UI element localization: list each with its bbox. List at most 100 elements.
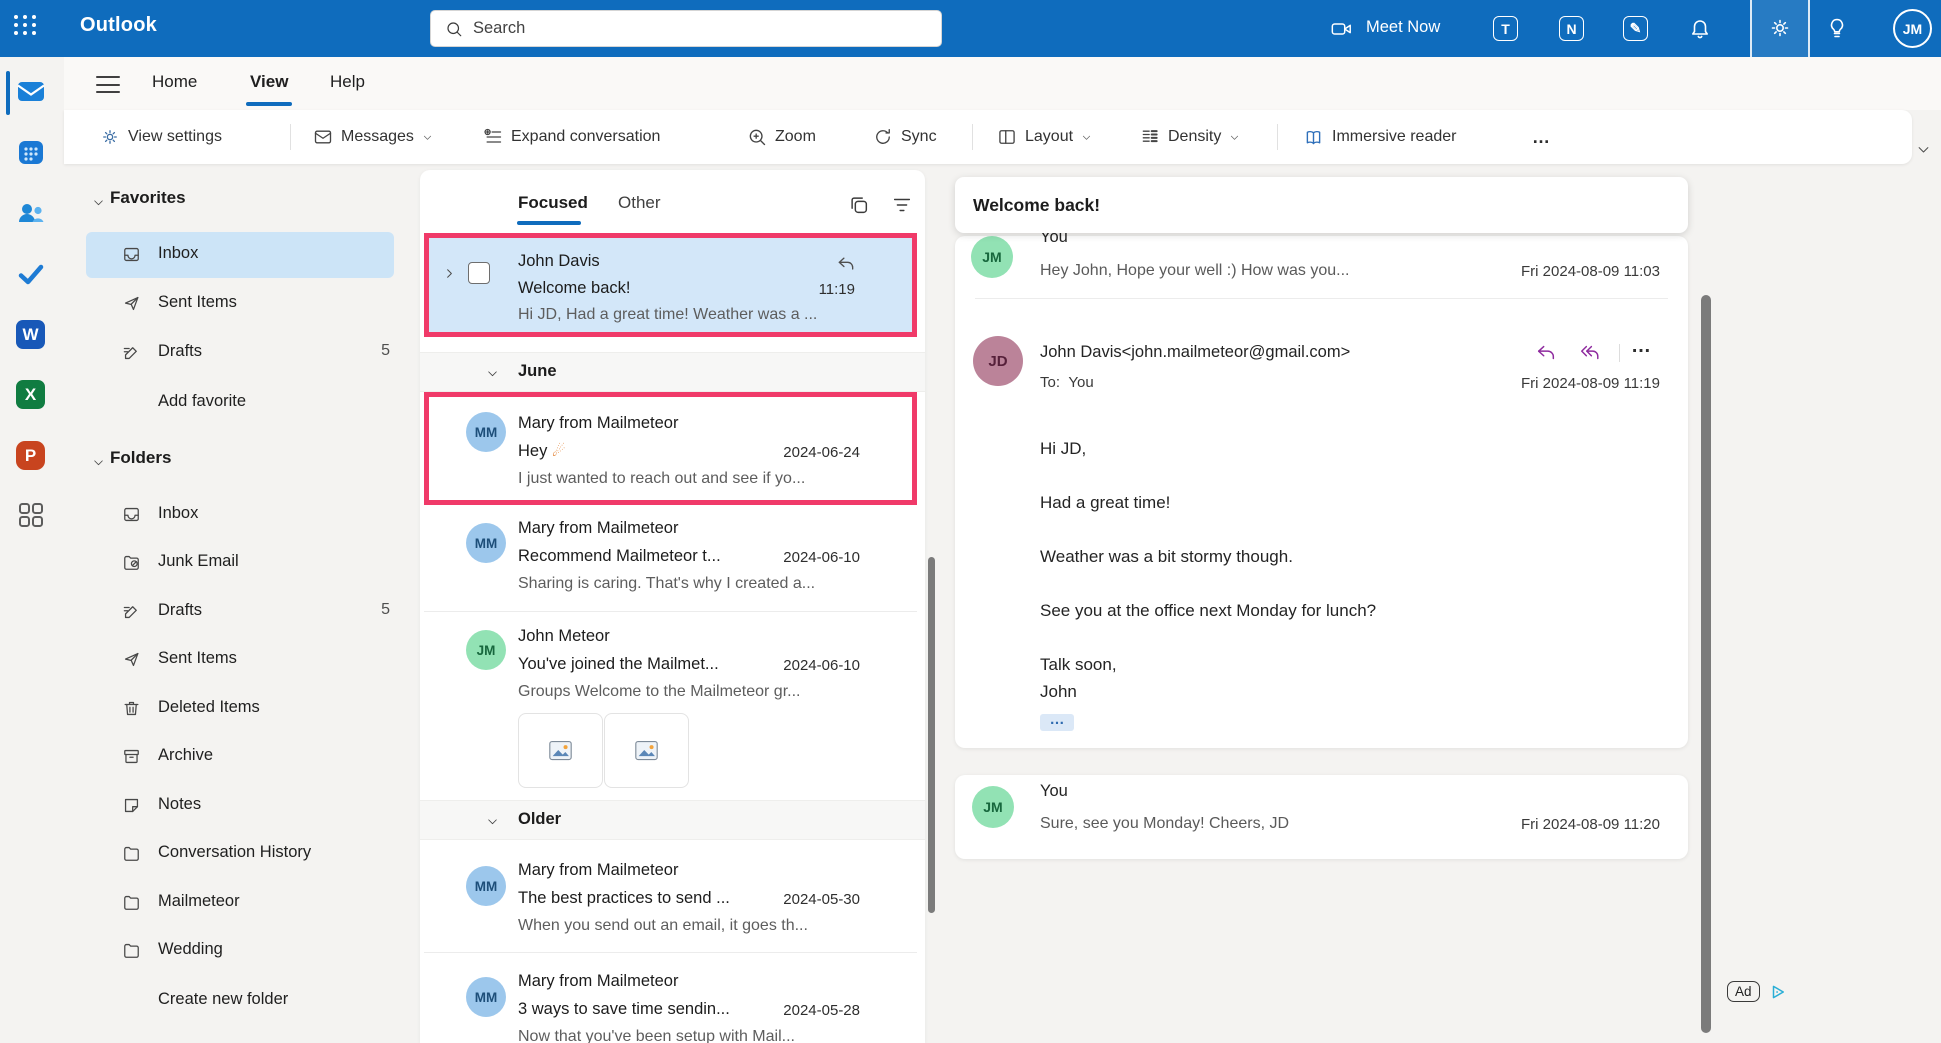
reply-icon[interactable] [1535,342,1557,364]
sidebar-item-mailmeteor[interactable]: Mailmeteor [64,880,420,926]
expand-conversation-icon [484,128,502,143]
settings-gear-icon[interactable] [1768,16,1792,40]
email-sender: Mary from Mailmeteor [518,519,679,537]
meet-now-camera-icon[interactable] [1328,18,1355,40]
search-input[interactable]: Search [430,10,942,47]
tab-view-active-underline [246,102,292,106]
collapsed-message-bottom[interactable]: JM You Sure, see you Monday! Cheers, JD … [955,775,1688,859]
to-recipient: You [1068,374,1094,391]
email-checkbox[interactable] [468,262,490,284]
adchoices-icon[interactable] [1769,983,1787,1001]
account-avatar[interactable]: JM [1893,9,1932,48]
notifications-bell-icon[interactable] [1688,16,1712,40]
tab-help[interactable]: Help [330,72,365,92]
folders-section-header[interactable]: Folders [110,448,171,468]
app-launcher-icon[interactable] [14,15,37,35]
onenote-icon[interactable]: N [1559,16,1584,41]
message-list: Focused Other John Davis Welcome back! 1… [420,170,925,1043]
section-chevron-icon [488,371,497,377]
calendar-app-icon[interactable] [16,137,46,167]
sidebar-item-junk-email[interactable]: Junk Email [64,540,420,586]
app-title: Outlook [80,14,157,36]
tab-focused[interactable]: Focused [518,193,588,213]
email-subject: Hey ☄ [518,442,566,460]
show-quoted-text-button[interactable]: … [1040,712,1074,731]
sidebar-item-inbox-favorite[interactable]: Inbox [64,232,420,278]
favorites-section-header[interactable]: Favorites [110,188,186,208]
section-label: June [518,362,557,380]
replied-arrow-icon [838,257,854,270]
to-label: To: [1040,374,1061,391]
unread-count-badge: 5 [381,342,390,359]
email-time: 11:19 [818,281,855,298]
immersive-reader-button[interactable]: Immersive reader [1303,123,1456,151]
mail-app-icon[interactable] [16,76,46,106]
people-app-icon[interactable] [16,198,46,228]
sync-label: Sync [901,128,937,145]
favorites-chevron-icon[interactable] [92,196,105,209]
more-apps-grid-icon[interactable] [16,500,46,530]
add-favorite-button[interactable]: Add favorite [64,380,420,426]
sidebar-item-drafts-favorite[interactable]: Drafts 5 [64,330,420,376]
density-icon [1142,130,1158,143]
meet-now-button[interactable]: Meet Now [1366,18,1440,37]
todo-app-icon[interactable] [16,259,46,289]
sidebar-item-notes[interactable]: Notes [64,783,420,829]
sidebar-item-drafts[interactable]: Drafts 5 [64,589,420,635]
reading-pane-scrollbar[interactable] [1701,295,1711,1033]
powerpoint-app-icon[interactable]: P [16,441,45,470]
sidebar-item-conversation-history[interactable]: Conversation History [64,831,420,877]
tips-lightbulb-icon[interactable] [1825,16,1849,40]
teams-icon[interactable]: T [1493,16,1518,41]
toolbar-collapse-chevron-icon[interactable] [1916,142,1931,157]
layout-button[interactable]: Layout [997,123,1092,151]
density-button[interactable]: Density [1140,123,1240,151]
tab-other[interactable]: Other [618,193,661,213]
tab-home[interactable]: Home [152,72,197,92]
zoom-button[interactable]: Zoom [747,123,816,151]
section-chevron-icon [488,819,497,825]
messages-label: Messages [341,128,414,145]
outlook-app: Outlook Search Meet Now T N ✎ JM Home Vi… [0,0,1941,1043]
toolbar-more-button[interactable]: … [1532,123,1550,151]
view-settings-button[interactable]: View settings [100,123,222,151]
avatar: JD [973,336,1023,386]
messages-button[interactable]: Messages [313,123,433,151]
body-paragraph: Talk soon, [1040,655,1117,674]
sidebar-item-archive[interactable]: Archive [64,734,420,780]
body-paragraph: Hi JD, [1040,439,1087,458]
word-app-icon[interactable]: W [16,320,45,349]
select-all-icon[interactable] [848,194,870,216]
sidebar-item-sent-favorite[interactable]: Sent Items [64,281,420,327]
sync-button[interactable]: Sync [873,123,937,151]
message-list-scrollbar[interactable] [928,557,935,913]
attachment-thumbnail[interactable] [518,713,603,788]
collapsed-message-top[interactable] [955,236,1688,298]
add-favorite-label: Add favorite [158,392,247,410]
filter-icon[interactable] [891,194,913,216]
todo-notes-icon[interactable]: ✎ [1623,16,1648,41]
search-icon [447,21,462,36]
message-more-button[interactable]: … [1631,335,1651,358]
sidebar-item-label: Junk Email [158,552,239,570]
sidebar-item-deleted-items[interactable]: Deleted Items [64,686,420,732]
sync-icon [876,129,890,144]
layout-label: Layout [1025,128,1074,145]
sidebar-item-wedding[interactable]: Wedding [64,928,420,974]
expand-conversation-button[interactable]: Expand conversation [483,123,660,151]
icon-divider [1619,344,1620,362]
expand-conversation-chevron-icon[interactable] [442,266,457,281]
reply-all-icon[interactable] [1579,342,1601,364]
create-new-folder-button[interactable]: Create new folder [64,978,420,1024]
sidebar-item-sent-items[interactable]: Sent Items [64,637,420,683]
folders-chevron-icon[interactable] [92,456,105,469]
attachment-thumbnail[interactable] [604,713,689,788]
excel-app-icon[interactable]: X [16,380,45,409]
sidebar-item-inbox[interactable]: Inbox [64,492,420,538]
section-header-june[interactable]: June [420,352,925,392]
hamburger-menu-icon[interactable] [96,76,120,99]
message-sender: John Davis<john.mailmeteor@gmail.com> [1040,343,1351,361]
avatar: MM [466,412,506,452]
tab-view[interactable]: View [250,72,288,92]
section-header-older[interactable]: Older [420,800,925,840]
